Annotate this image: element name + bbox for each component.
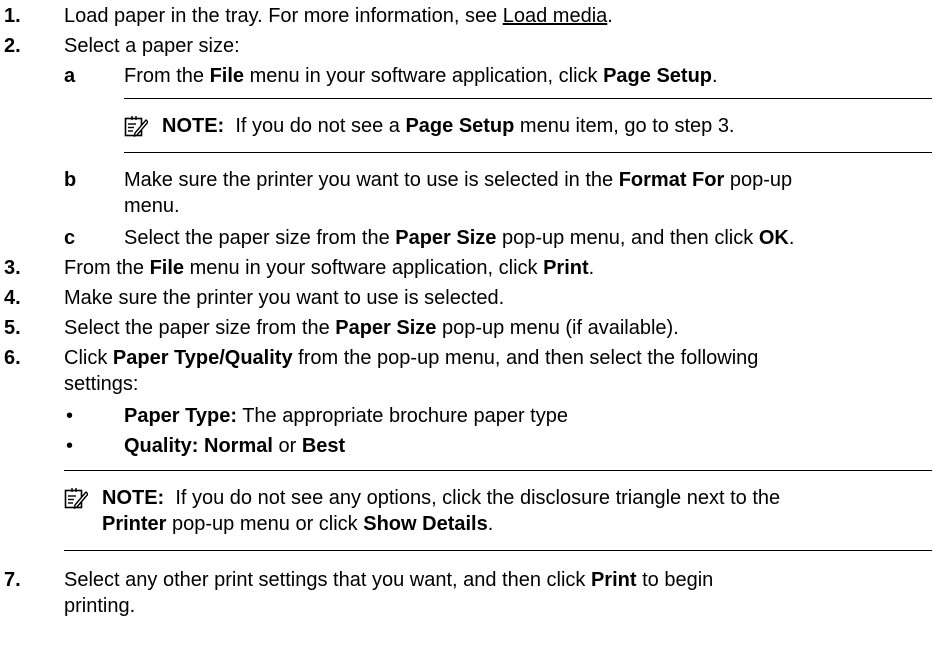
step-5-number: 5.: [4, 317, 21, 339]
step-1-text: Load paper in the tray. For more informa…: [64, 5, 613, 27]
step-6-text-line2: settings:: [64, 373, 139, 395]
bullet-2-text: Quality: Normal or Best: [124, 435, 346, 457]
note-2-text: NOTE: If you do not see any options, cli…: [102, 487, 781, 509]
step-7-text: Select any other print settings that you…: [64, 569, 714, 591]
step-4-number: 4.: [4, 287, 21, 309]
bullet-2-symbol: •: [66, 435, 74, 457]
step-2-text: Select a paper size:: [64, 35, 240, 57]
step-2b-text-line2: menu.: [124, 195, 180, 217]
step-2b-letter: b: [64, 169, 77, 191]
step-2a-text: From the File menu in your software appl…: [124, 65, 718, 87]
step-2a-letter: a: [64, 65, 76, 87]
note-1-top-rule: [124, 98, 932, 99]
step-3-text: From the File menu in your software appl…: [64, 257, 595, 279]
step-6-number: 6.: [4, 347, 21, 369]
step-2c-text: Select the paper size from the Paper Siz…: [124, 227, 795, 249]
step-7-text-line2: printing.: [64, 595, 136, 617]
step-6-text: Click Paper Type/Quality from the pop-up…: [64, 347, 759, 369]
note-1-bottom-rule: [124, 152, 932, 153]
bullet-1-symbol: •: [66, 405, 74, 427]
step-3-number: 3.: [4, 257, 21, 279]
step-4-text: Make sure the printer you want to use is…: [64, 287, 505, 309]
step-2-number: 2.: [4, 35, 21, 57]
note-1-text: NOTE: If you do not see a Page Setup men…: [162, 115, 735, 137]
step-7-number: 7.: [4, 569, 21, 591]
note-icon: [64, 487, 88, 509]
note-2-top-rule: [64, 470, 932, 471]
note-2-bottom-rule: [64, 550, 932, 551]
note-icon: [124, 115, 148, 137]
note-2-text-line2: Printer pop-up menu or click Show Detail…: [102, 513, 494, 535]
step-2b-text: Make sure the printer you want to use is…: [124, 169, 793, 191]
step-2c-letter: c: [64, 227, 76, 249]
load-media-link[interactable]: Load media: [503, 5, 608, 27]
step-1-number: 1.: [4, 5, 21, 27]
step-5-text: Select the paper size from the Paper Siz…: [64, 317, 679, 339]
bullet-1-text: Paper Type: The appropriate brochure pap…: [124, 405, 568, 427]
